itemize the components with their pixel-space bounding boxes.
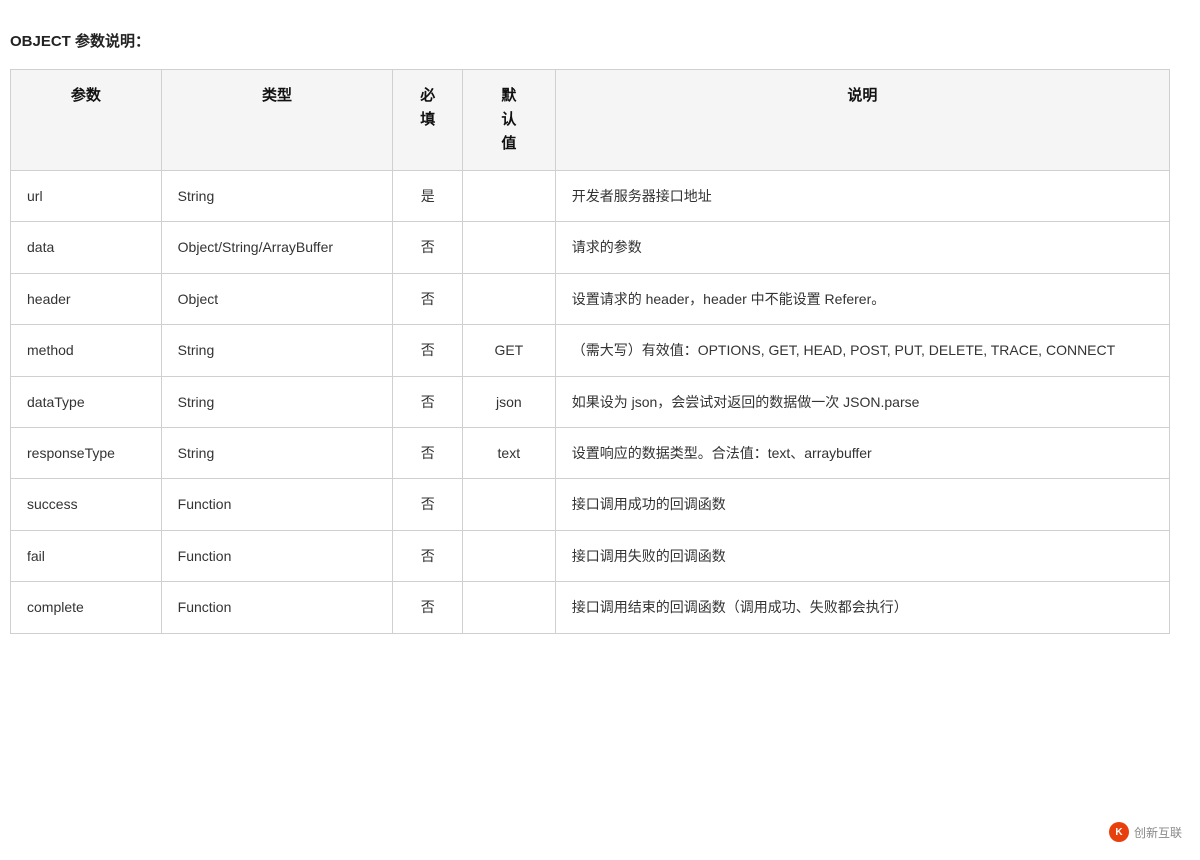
cell-description: 设置请求的 header，header 中不能设置 Referer。	[555, 273, 1169, 324]
cell-type: String	[161, 325, 393, 376]
cell-description: 接口调用失败的回调函数	[555, 530, 1169, 581]
header-param: 参数	[11, 70, 162, 171]
watermark-text: 创新互联	[1134, 824, 1182, 841]
cell-description: 接口调用结束的回调函数（调用成功、失败都会执行）	[555, 582, 1169, 633]
params-table: 参数 类型 必 填 默 认 值 说明 urlString是开发者服务器接口地址d…	[10, 69, 1170, 634]
cell-type: Function	[161, 582, 393, 633]
cell-param: success	[11, 479, 162, 530]
cell-type: Object/String/ArrayBuffer	[161, 222, 393, 273]
cell-param: url	[11, 171, 162, 222]
cell-required: 否	[393, 427, 463, 478]
table-row: urlString是 开发者服务器接口地址	[11, 171, 1170, 222]
header-description: 说明	[555, 70, 1169, 171]
cell-default	[462, 479, 555, 530]
cell-param: data	[11, 222, 162, 273]
table-row: dataTypeString否json如果设为 json，会尝试对返回的数据做一…	[11, 376, 1170, 427]
cell-type: Function	[161, 479, 393, 530]
cell-description: （需大写）有效值：OPTIONS, GET, HEAD, POST, PUT, …	[555, 325, 1169, 376]
cell-param: header	[11, 273, 162, 324]
watermark-logo: K	[1109, 822, 1129, 842]
cell-type: String	[161, 376, 393, 427]
table-row: dataObject/String/ArrayBuffer否 请求的参数	[11, 222, 1170, 273]
table-row: responseTypeString否text设置响应的数据类型。合法值：tex…	[11, 427, 1170, 478]
table-row: headerObject否 设置请求的 header，header 中不能设置 R…	[11, 273, 1170, 324]
table-row: completeFunction否 接口调用结束的回调函数（调用成功、失败都会执行…	[11, 582, 1170, 633]
cell-default	[462, 222, 555, 273]
cell-param: dataType	[11, 376, 162, 427]
cell-description: 如果设为 json，会尝试对返回的数据做一次 JSON.parse	[555, 376, 1169, 427]
cell-default	[462, 273, 555, 324]
cell-required: 否	[393, 530, 463, 581]
cell-required: 否	[393, 479, 463, 530]
cell-param: responseType	[11, 427, 162, 478]
cell-default	[462, 530, 555, 581]
cell-param: method	[11, 325, 162, 376]
cell-default: GET	[462, 325, 555, 376]
cell-type: Object	[161, 273, 393, 324]
cell-required: 是	[393, 171, 463, 222]
cell-description: 接口调用成功的回调函数	[555, 479, 1169, 530]
cell-required: 否	[393, 273, 463, 324]
watermark: K 创新互联	[1109, 822, 1182, 842]
table-row: methodString否GET（需大写）有效值：OPTIONS, GET, H…	[11, 325, 1170, 376]
page-title: OBJECT 参数说明：	[10, 30, 1170, 51]
cell-param: complete	[11, 582, 162, 633]
cell-type: String	[161, 171, 393, 222]
cell-description: 请求的参数	[555, 222, 1169, 273]
header-required: 必 填	[393, 70, 463, 171]
cell-required: 否	[393, 325, 463, 376]
cell-required: 否	[393, 376, 463, 427]
cell-param: fail	[11, 530, 162, 581]
cell-description: 开发者服务器接口地址	[555, 171, 1169, 222]
table-row: successFunction否 接口调用成功的回调函数	[11, 479, 1170, 530]
cell-default	[462, 582, 555, 633]
cell-type: String	[161, 427, 393, 478]
cell-default	[462, 171, 555, 222]
table-row: failFunction否 接口调用失败的回调函数	[11, 530, 1170, 581]
header-default: 默 认 值	[462, 70, 555, 171]
cell-required: 否	[393, 222, 463, 273]
cell-default: text	[462, 427, 555, 478]
cell-default: json	[462, 376, 555, 427]
header-type: 类型	[161, 70, 393, 171]
cell-required: 否	[393, 582, 463, 633]
cell-type: Function	[161, 530, 393, 581]
table-header-row: 参数 类型 必 填 默 认 值 说明	[11, 70, 1170, 171]
cell-description: 设置响应的数据类型。合法值：text、arraybuffer	[555, 427, 1169, 478]
